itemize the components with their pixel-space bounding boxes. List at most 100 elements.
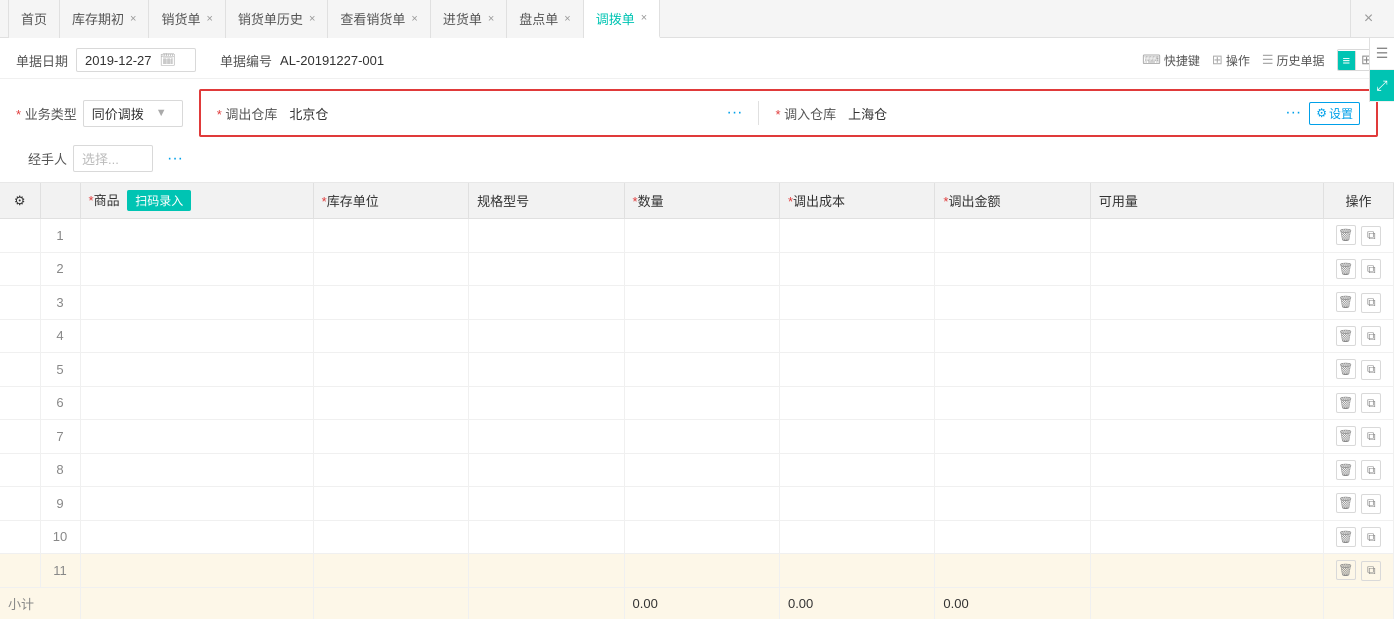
tab-close-purchase[interactable]: × [488,13,494,25]
row-cost-cell[interactable] [779,386,934,420]
row-spec-cell[interactable] [469,286,624,320]
row-available-cell[interactable] [1090,252,1323,286]
copy-row-button[interactable]: ⧉ [1361,494,1381,514]
layout-list-btn[interactable]: ≡ [1338,51,1357,70]
copy-row-button[interactable]: ⧉ [1361,326,1381,346]
table-scroll-area[interactable]: ⚙ *商品 扫码录入 *库存单位 规格型号 *数量 *调出成本 *调出金额 可用… [0,183,1394,619]
delete-row-button[interactable]: 🗑 [1336,426,1356,446]
tab-close-inventory[interactable]: × [564,13,570,25]
delete-row-button[interactable]: 🗑 [1336,225,1356,245]
row-cost-cell[interactable] [779,420,934,454]
row-unit-cell[interactable] [313,453,468,487]
operation-button[interactable]: ⊞ 操作 [1212,52,1250,69]
row-available-cell[interactable] [1090,554,1323,588]
row-available-cell[interactable] [1090,286,1323,320]
row-spec-cell[interactable] [469,554,624,588]
row-amount-cell[interactable] [935,353,1090,387]
shortcut-button[interactable]: ⌨ 快捷键 [1142,52,1200,69]
copy-row-button[interactable]: ⧉ [1361,226,1381,246]
tab-purchase[interactable]: 进货单× [431,0,507,38]
copy-row-button[interactable]: ⧉ [1361,427,1381,447]
row-qty-cell[interactable] [624,252,779,286]
row-cost-cell[interactable] [779,219,934,253]
row-unit-cell[interactable] [313,353,468,387]
tab-close-view-sales[interactable]: × [411,13,417,25]
row-unit-cell[interactable] [313,252,468,286]
row-unit-cell[interactable] [313,219,468,253]
right-panel-expand-icon[interactable]: ⤢ [1370,70,1394,102]
row-cost-cell[interactable] [779,487,934,521]
close-window-button[interactable]: × [1350,0,1386,38]
row-spec-cell[interactable] [469,420,624,454]
tab-transfer[interactable]: 调拨单× [584,0,660,38]
row-available-cell[interactable] [1090,487,1323,521]
row-product-cell[interactable] [80,453,313,487]
row-cost-cell[interactable] [779,286,934,320]
copy-row-button[interactable]: ⧉ [1361,561,1381,581]
row-cost-cell[interactable] [779,353,934,387]
tab-sales-order[interactable]: 销货单× [149,0,225,38]
row-amount-cell[interactable] [935,252,1090,286]
tab-view-sales[interactable]: 查看销货单× [328,0,430,38]
row-product-cell[interactable] [80,420,313,454]
row-qty-cell[interactable] [624,420,779,454]
delete-row-button[interactable]: 🗑 [1336,292,1356,312]
row-product-cell[interactable] [80,286,313,320]
delete-row-button[interactable]: 🗑 [1336,527,1356,547]
delete-row-button[interactable]: 🗑 [1336,493,1356,513]
transfer-in-dots[interactable]: ··· [1285,104,1301,122]
row-amount-cell[interactable] [935,520,1090,554]
row-product-cell[interactable] [80,353,313,387]
tab-stock-init[interactable]: 库存期初× [60,0,149,38]
row-product-cell[interactable] [80,554,313,588]
row-qty-cell[interactable] [624,319,779,353]
row-qty-cell[interactable] [624,219,779,253]
row-available-cell[interactable] [1090,219,1323,253]
copy-row-button[interactable]: ⧉ [1361,293,1381,313]
row-cost-cell[interactable] [779,520,934,554]
tab-close-stock-init[interactable]: × [130,13,136,25]
person-select[interactable]: 选择... [73,145,153,172]
row-product-cell[interactable] [80,520,313,554]
row-amount-cell[interactable] [935,386,1090,420]
copy-row-button[interactable]: ⧉ [1361,259,1381,279]
copy-row-button[interactable]: ⧉ [1361,527,1381,547]
tab-sales-history[interactable]: 销货单历史× [226,0,328,38]
row-amount-cell[interactable] [935,319,1090,353]
row-available-cell[interactable] [1090,420,1323,454]
row-available-cell[interactable] [1090,520,1323,554]
biz-type-select[interactable]: 同价调拨 ▼ [83,100,183,127]
row-unit-cell[interactable] [313,520,468,554]
row-spec-cell[interactable] [469,487,624,521]
row-cost-cell[interactable] [779,252,934,286]
person-dots[interactable]: ··· [167,150,183,168]
row-spec-cell[interactable] [469,453,624,487]
row-unit-cell[interactable] [313,420,468,454]
transfer-out-dots[interactable]: ··· [726,104,742,122]
col-gear-header[interactable]: ⚙ [0,183,40,219]
right-panel-list-icon[interactable]: ☰ [1370,38,1394,70]
row-unit-cell[interactable] [313,386,468,420]
row-spec-cell[interactable] [469,219,624,253]
row-available-cell[interactable] [1090,453,1323,487]
row-product-cell[interactable] [80,319,313,353]
row-available-cell[interactable] [1090,319,1323,353]
row-amount-cell[interactable] [935,420,1090,454]
row-product-cell[interactable] [80,386,313,420]
row-unit-cell[interactable] [313,487,468,521]
delete-row-button[interactable]: 🗑 [1336,560,1356,580]
row-cost-cell[interactable] [779,554,934,588]
row-product-cell[interactable] [80,252,313,286]
scan-button[interactable]: 扫码录入 [127,190,191,211]
row-amount-cell[interactable] [935,286,1090,320]
tab-home[interactable]: 首页 [8,0,60,38]
row-spec-cell[interactable] [469,520,624,554]
row-qty-cell[interactable] [624,286,779,320]
tab-close-transfer[interactable]: × [641,12,647,24]
row-spec-cell[interactable] [469,252,624,286]
row-amount-cell[interactable] [935,554,1090,588]
row-cost-cell[interactable] [779,319,934,353]
row-amount-cell[interactable] [935,219,1090,253]
delete-row-button[interactable]: 🗑 [1336,359,1356,379]
delete-row-button[interactable]: 🗑 [1336,393,1356,413]
